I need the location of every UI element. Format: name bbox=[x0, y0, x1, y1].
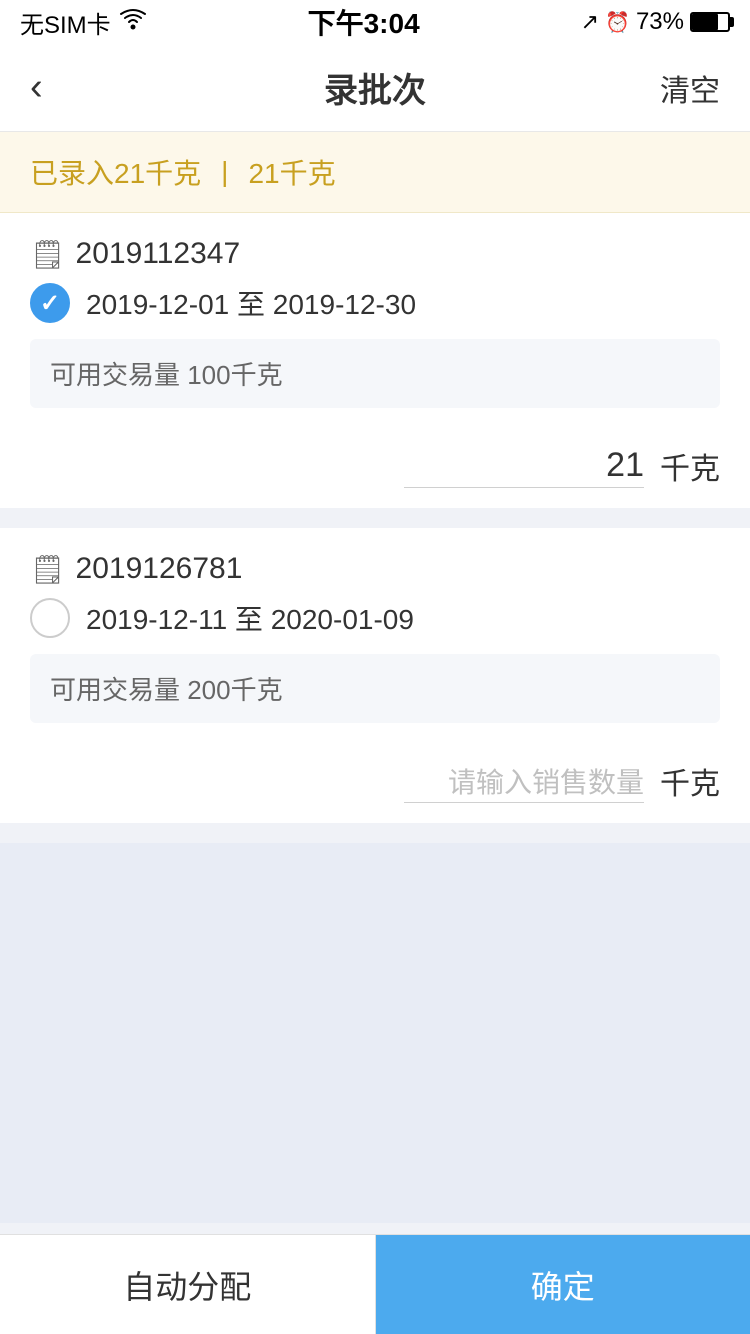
doc-icon-1: 🗒 bbox=[30, 238, 66, 271]
batch-2-quantity-row: 请输入销售数量 千克 bbox=[0, 743, 750, 823]
doc-icon-2: 🗒 bbox=[30, 553, 66, 586]
batch-2-available: 可用交易量 200千克 bbox=[30, 654, 720, 723]
status-left: 无SIM卡 bbox=[20, 5, 147, 40]
alarm-icon: ⏰ bbox=[605, 10, 630, 35]
batch-1-quantity-value[interactable]: 21 bbox=[584, 446, 644, 485]
confirm-button[interactable]: 确定 bbox=[376, 1235, 750, 1334]
summary-banner: 已录入21千克 | 21千克 bbox=[0, 132, 750, 213]
nav-bar: ‹ 录批次 清空 bbox=[0, 44, 750, 132]
batch-2-quantity-placeholder: 请输入销售数量 bbox=[448, 761, 644, 801]
batch-1-available: 可用交易量 100千克 bbox=[30, 339, 720, 408]
summary-divider: | bbox=[221, 156, 228, 188]
batch-2-input-line[interactable]: 请输入销售数量 bbox=[404, 759, 644, 803]
battery-percent: 73% bbox=[636, 8, 684, 36]
batch-2-date-row: 2019-12-11 至 2020-01-09 bbox=[0, 598, 750, 654]
batch-1-quantity-row: 21 千克 bbox=[0, 428, 750, 508]
page-title: 录批次 bbox=[324, 63, 426, 112]
clear-button[interactable]: 清空 bbox=[660, 66, 720, 110]
status-right: ↗ ⏰ 73% bbox=[581, 8, 730, 36]
batch-1-id: 2019112347 bbox=[76, 237, 241, 271]
network-label: 无SIM卡 bbox=[20, 5, 111, 40]
batch-1-date-row: 2019-12-01 至 2019-12-30 bbox=[0, 283, 750, 339]
back-button[interactable]: ‹ bbox=[30, 66, 90, 109]
batch-1-date: 2019-12-01 至 2019-12-30 bbox=[86, 283, 416, 323]
status-bar: 无SIM卡 下午3:04 ↗ ⏰ 73% bbox=[0, 0, 750, 44]
batch-2-id: 2019126781 bbox=[76, 552, 243, 586]
battery-icon bbox=[690, 12, 730, 32]
batch-1-input-line: 21 bbox=[404, 444, 644, 488]
batch-1-radio[interactable] bbox=[30, 283, 70, 323]
bottom-area bbox=[0, 843, 750, 1223]
auto-distribute-button[interactable]: 自动分配 bbox=[0, 1235, 376, 1334]
batch-item-2: 🗒 2019126781 2019-12-11 至 2020-01-09 可用交… bbox=[0, 528, 750, 823]
batch-item-1: 🗒 2019112347 2019-12-01 至 2019-12-30 可用交… bbox=[0, 213, 750, 508]
wifi-icon bbox=[119, 8, 147, 37]
total-amount: 21千克 bbox=[248, 152, 335, 192]
batch-2-radio[interactable] bbox=[30, 598, 70, 638]
batch-2-date: 2019-12-11 至 2020-01-09 bbox=[86, 598, 414, 638]
section-separator-1 bbox=[0, 508, 750, 528]
status-time: 下午3:04 bbox=[308, 2, 420, 42]
batch-1-header: 🗒 2019112347 bbox=[0, 213, 750, 283]
location-icon: ↗ bbox=[581, 9, 599, 35]
recorded-amount: 已录入21千克 bbox=[30, 152, 201, 192]
batch-1-unit: 千克 bbox=[660, 444, 720, 488]
batch-2-unit: 千克 bbox=[660, 759, 720, 803]
batch-2-header: 🗒 2019126781 bbox=[0, 528, 750, 598]
footer: 自动分配 确定 bbox=[0, 1234, 750, 1334]
section-separator-2 bbox=[0, 823, 750, 843]
